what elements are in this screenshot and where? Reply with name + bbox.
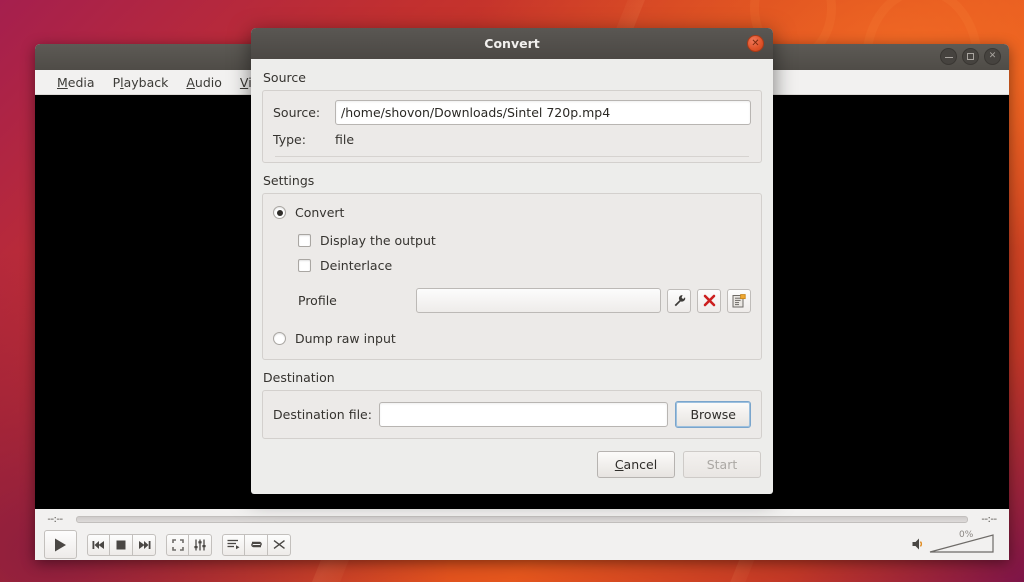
maximize-icon[interactable] bbox=[962, 48, 979, 65]
loop-icon bbox=[250, 541, 262, 548]
fullscreen-icon bbox=[171, 538, 184, 551]
dialog-body: Source Source: /home/shovon/Downloads/Si… bbox=[251, 59, 773, 488]
type-row: Type: file bbox=[273, 132, 751, 147]
new-document-icon bbox=[732, 293, 746, 307]
next-icon bbox=[138, 540, 150, 549]
convert-radio-button[interactable] bbox=[273, 206, 286, 219]
settings-group: Convert Display the output Deinterlace P… bbox=[262, 193, 762, 360]
playlist-button[interactable] bbox=[222, 533, 245, 556]
dump-raw-input-row[interactable]: Dump raw input bbox=[273, 331, 751, 346]
volume-control[interactable]: 0% bbox=[912, 530, 995, 554]
menu-item-playback[interactable]: Playback bbox=[104, 73, 178, 92]
destination-group-label: Destination bbox=[263, 370, 335, 385]
display-output-row[interactable]: Display the output bbox=[298, 233, 751, 248]
fullscreen-button[interactable] bbox=[166, 533, 189, 556]
dump-raw-input-radio[interactable] bbox=[273, 332, 286, 345]
previous-icon bbox=[92, 540, 104, 549]
remaining-time-label: --:-- bbox=[981, 513, 997, 525]
dialog-action-bar: Cancel Start bbox=[262, 451, 762, 478]
delete-profile-button[interactable] bbox=[697, 288, 722, 313]
menu-item-media[interactable]: Media bbox=[48, 73, 104, 92]
next-button[interactable] bbox=[133, 533, 156, 556]
shuffle-button[interactable] bbox=[268, 533, 291, 556]
minimize-icon[interactable] bbox=[940, 48, 957, 65]
close-icon[interactable]: ✕ bbox=[984, 48, 1001, 65]
profile-label: Profile bbox=[298, 293, 337, 308]
play-icon bbox=[55, 538, 66, 551]
source-row: Source: /home/shovon/Downloads/Sintel 72… bbox=[273, 100, 751, 125]
stop-icon bbox=[116, 540, 126, 549]
source-group-label: Source bbox=[263, 70, 306, 85]
stop-button[interactable] bbox=[110, 533, 133, 556]
deinterlace-checkbox[interactable] bbox=[298, 259, 311, 272]
destination-group: Destination file: Browse bbox=[262, 390, 762, 439]
playlist-icon bbox=[227, 539, 240, 550]
new-profile-button[interactable] bbox=[727, 288, 751, 313]
seek-row: --:-- --:-- bbox=[35, 509, 1009, 529]
red-x-icon bbox=[703, 294, 715, 307]
display-output-checkbox[interactable] bbox=[298, 234, 311, 247]
deinterlace-label: Deinterlace bbox=[320, 258, 393, 273]
source-group: Source: /home/shovon/Downloads/Sintel 72… bbox=[262, 90, 762, 163]
menu-item-audio[interactable]: Audio bbox=[177, 73, 231, 92]
prev-stop-next-group bbox=[87, 533, 156, 556]
elapsed-time-label: --:-- bbox=[47, 513, 63, 525]
volume-percent-label: 0% bbox=[959, 530, 974, 540]
dump-raw-input-label: Dump raw input bbox=[295, 331, 396, 346]
destination-file-input[interactable] bbox=[378, 402, 669, 427]
convert-radio-row[interactable]: Convert bbox=[273, 205, 751, 220]
start-button[interactable]: Start bbox=[683, 451, 761, 478]
display-output-label: Display the output bbox=[320, 233, 436, 248]
type-field-label: Type: bbox=[273, 132, 306, 147]
convert-radio-label: Convert bbox=[295, 205, 345, 220]
profile-row: Profile bbox=[298, 288, 751, 313]
previous-button[interactable] bbox=[87, 533, 110, 556]
speaker-muted-icon bbox=[912, 538, 923, 550]
destination-file-label: Destination file: bbox=[273, 407, 372, 422]
source-input[interactable]: /home/shovon/Downloads/Sintel 720p.mp4 bbox=[335, 100, 751, 125]
dialog-title: Convert bbox=[484, 36, 540, 51]
type-value: file bbox=[335, 132, 355, 147]
play-button[interactable] bbox=[44, 530, 77, 559]
source-field-label: Source: bbox=[273, 105, 321, 120]
cancel-button[interactable]: Cancel bbox=[597, 451, 675, 478]
shuffle-icon bbox=[273, 540, 285, 549]
transport-row: 0% bbox=[35, 529, 1009, 560]
volume-slider[interactable]: 0% bbox=[929, 530, 995, 554]
profile-select[interactable] bbox=[416, 288, 662, 313]
dialog-titlebar: Convert ✕ bbox=[251, 28, 773, 59]
view-tools-group bbox=[166, 533, 212, 556]
vlc-control-bar: --:-- --:-- 0% bbox=[35, 509, 1009, 560]
close-icon[interactable]: ✕ bbox=[747, 35, 764, 52]
loop-button[interactable] bbox=[245, 533, 268, 556]
browse-button[interactable]: Browse bbox=[675, 401, 751, 428]
equalizer-icon bbox=[194, 539, 206, 550]
destination-row: Destination file: Browse bbox=[273, 401, 751, 428]
vlc-window-controls: ✕ bbox=[940, 48, 1001, 65]
wrench-icon bbox=[674, 295, 685, 307]
edit-profile-button[interactable] bbox=[667, 288, 692, 313]
equalizer-button[interactable] bbox=[189, 533, 212, 556]
deinterlace-row[interactable]: Deinterlace bbox=[298, 258, 751, 273]
source-divider bbox=[275, 156, 749, 157]
playlist-tools-group bbox=[222, 533, 291, 556]
settings-group-label: Settings bbox=[263, 173, 315, 188]
seek-slider[interactable] bbox=[76, 515, 968, 523]
convert-dialog: Convert ✕ Source Source: /home/shovon/Do… bbox=[251, 28, 773, 494]
